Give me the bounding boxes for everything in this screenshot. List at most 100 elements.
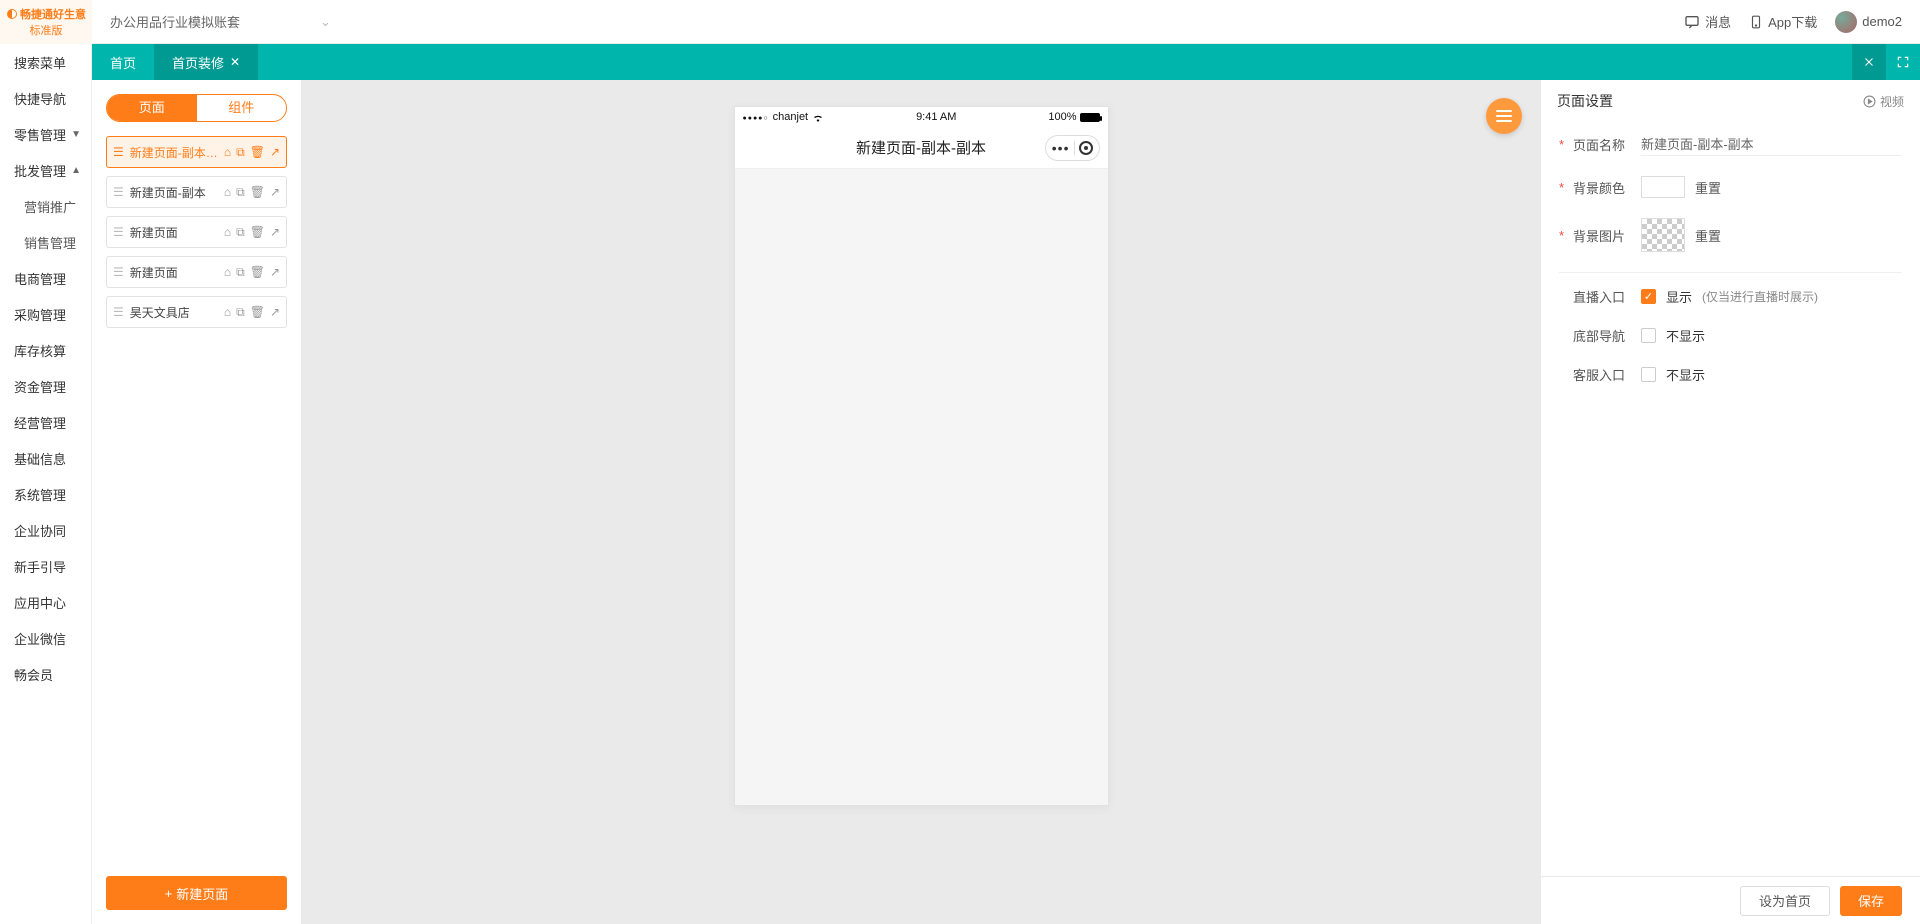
copy-icon[interactable]: ⧉	[236, 185, 245, 200]
tab-home[interactable]: 首页	[92, 44, 154, 80]
tab-decoration[interactable]: 首页装修 ✕	[154, 44, 258, 80]
sidebar-item[interactable]: 库存核算	[0, 332, 91, 368]
bg-image-picker[interactable]	[1641, 218, 1685, 252]
copy-icon[interactable]: ⧉	[236, 225, 245, 240]
fullscreen-button[interactable]	[1886, 44, 1920, 80]
live-show-checkbox[interactable]: ✓	[1641, 289, 1656, 304]
sidebar-item[interactable]: 经营管理	[0, 404, 91, 440]
home-icon[interactable]: ⌂	[224, 145, 231, 160]
new-page-button[interactable]: + 新建页面	[106, 876, 287, 910]
home-icon[interactable]: ⌂	[224, 265, 231, 280]
page-list-item[interactable]: ☰新建页面⌂⧉🗑↗	[106, 216, 287, 248]
user-name: demo2	[1862, 14, 1902, 29]
sidebar-item[interactable]: 畅会员	[0, 656, 91, 692]
user-menu[interactable]: demo2	[1835, 11, 1902, 33]
sidebar-item[interactable]: 采购管理	[0, 296, 91, 332]
chat-icon	[1684, 14, 1700, 30]
home-icon[interactable]: ⌂	[224, 305, 231, 320]
phone-body[interactable]	[735, 169, 1108, 805]
sidebar-item-label: 应用中心	[14, 593, 66, 612]
miniprogram-capsule[interactable]	[1045, 135, 1100, 161]
sidebar-item[interactable]: 系统管理	[0, 476, 91, 512]
sidebar-item-label: 企业协同	[14, 521, 66, 540]
sidebar-item[interactable]: 企业协同	[0, 512, 91, 548]
copy-icon[interactable]: ⧉	[236, 145, 245, 160]
account-select[interactable]: 办公用品行业模拟账套 ⌄	[110, 12, 331, 31]
chevron-down-icon: ▼	[71, 129, 81, 140]
plus-icon: +	[165, 886, 173, 901]
external-link-icon[interactable]: ↗	[270, 265, 280, 280]
external-link-icon[interactable]: ↗	[270, 185, 280, 200]
page-list-item[interactable]: ☰ 新建页面 ⌂ ⧉ 🗑 ↗	[106, 256, 287, 288]
bg-color-swatch[interactable]	[1641, 176, 1685, 198]
delete-icon[interactable]: 🗑	[250, 225, 265, 240]
seg-component[interactable]: 组件	[197, 95, 287, 121]
page-list-item[interactable]: ☰新建页面-副本-...⌂⧉🗑↗	[106, 136, 287, 168]
drag-icon[interactable]: ☰	[113, 145, 124, 159]
sidebar-item[interactable]: 批发管理▲	[0, 152, 91, 188]
sidebar-item[interactable]: 资金管理	[0, 368, 91, 404]
close-all-tabs-button[interactable]	[1852, 44, 1886, 80]
seg-page[interactable]: 页面	[107, 95, 197, 121]
sidebar-item[interactable]: 快捷导航	[0, 80, 91, 116]
sidebar-item[interactable]: 企业微信	[0, 620, 91, 656]
external-link-icon[interactable]: ↗	[270, 225, 280, 240]
separator	[1074, 141, 1075, 155]
bg-color-reset[interactable]: 重置	[1695, 178, 1721, 197]
sidebar-item-label: 基础信息	[14, 449, 66, 468]
video-help-button[interactable]: 视频	[1863, 93, 1904, 110]
page-name-input[interactable]	[1641, 132, 1902, 156]
service-checkbox[interactable]	[1641, 367, 1656, 382]
app-download-button[interactable]: App下载	[1749, 12, 1817, 31]
sidebar-item[interactable]: 应用中心	[0, 584, 91, 620]
drag-icon[interactable]: ☰	[113, 305, 124, 319]
home-icon[interactable]: ⌂	[224, 225, 231, 240]
close-icon[interactable]: ✕	[230, 55, 240, 69]
sidebar-item[interactable]: 电商管理	[0, 260, 91, 296]
account-name: 办公用品行业模拟账套	[110, 12, 240, 31]
sidebar-item-label: 销售管理	[24, 233, 76, 252]
brand-logo[interactable]: 畅捷通好生意 标准版	[0, 0, 92, 44]
sidebar-item[interactable]: 营销推广	[0, 188, 91, 224]
required-icon: *	[1559, 137, 1567, 152]
sidebar-item[interactable]: 基础信息	[0, 440, 91, 476]
live-hint: (仅当进行直播时展示)	[1702, 288, 1818, 305]
save-button[interactable]: 保存	[1840, 886, 1902, 916]
external-link-icon[interactable]: ↗	[270, 305, 280, 320]
page-list-item[interactable]: ☰昊天文具店⌂⧉🗑↗	[106, 296, 287, 328]
copy-icon[interactable]: ⧉	[236, 305, 245, 320]
page-list-item[interactable]: ☰新建页面-副本⌂⧉🗑↗	[106, 176, 287, 208]
new-page-label: 新建页面	[176, 884, 228, 903]
live-show-label: 显示	[1666, 287, 1692, 306]
play-icon	[1863, 95, 1876, 108]
brand-icon	[6, 8, 18, 20]
drag-icon[interactable]: ☰	[113, 265, 124, 279]
delete-icon[interactable]: 🗑	[250, 185, 265, 200]
sidebar-item[interactable]: 搜索菜单	[0, 44, 91, 80]
sidebar-item[interactable]: 零售管理▼	[0, 116, 91, 152]
drag-icon[interactable]: ☰	[113, 225, 124, 239]
sidebar-item[interactable]: 新手引导	[0, 548, 91, 584]
delete-icon[interactable]: 🗑	[250, 145, 265, 160]
page-item-name: 新建页面	[130, 264, 218, 281]
settings-header: 页面设置 视频	[1541, 80, 1920, 122]
delete-icon[interactable]: 🗑	[250, 305, 265, 320]
sidebar-item-label: 畅会员	[14, 665, 53, 684]
home-icon[interactable]: ⌂	[224, 185, 231, 200]
bg-image-reset[interactable]: 重置	[1695, 226, 1721, 245]
toggle-panel-button[interactable]	[1486, 98, 1522, 134]
bottom-nav-checkbox[interactable]	[1641, 328, 1656, 343]
wifi-icon	[812, 113, 824, 122]
set-home-button[interactable]: 设为首页	[1740, 886, 1830, 916]
delete-icon[interactable]: 🗑	[250, 265, 265, 280]
external-link-icon[interactable]: ↗	[270, 145, 280, 160]
copy-icon[interactable]: ⧉	[236, 265, 245, 280]
sidebar-item-label: 电商管理	[14, 269, 66, 288]
drag-icon[interactable]: ☰	[113, 185, 124, 199]
sidebar-item[interactable]: 销售管理	[0, 224, 91, 260]
settings-footer: 设为首页 保存	[1541, 876, 1920, 924]
segment-tabs: 页面 组件	[106, 94, 287, 122]
messages-button[interactable]: 消息	[1684, 12, 1731, 31]
sidebar-item-label: 新手引导	[14, 557, 66, 576]
bg-image-label: 背景图片	[1573, 226, 1641, 245]
